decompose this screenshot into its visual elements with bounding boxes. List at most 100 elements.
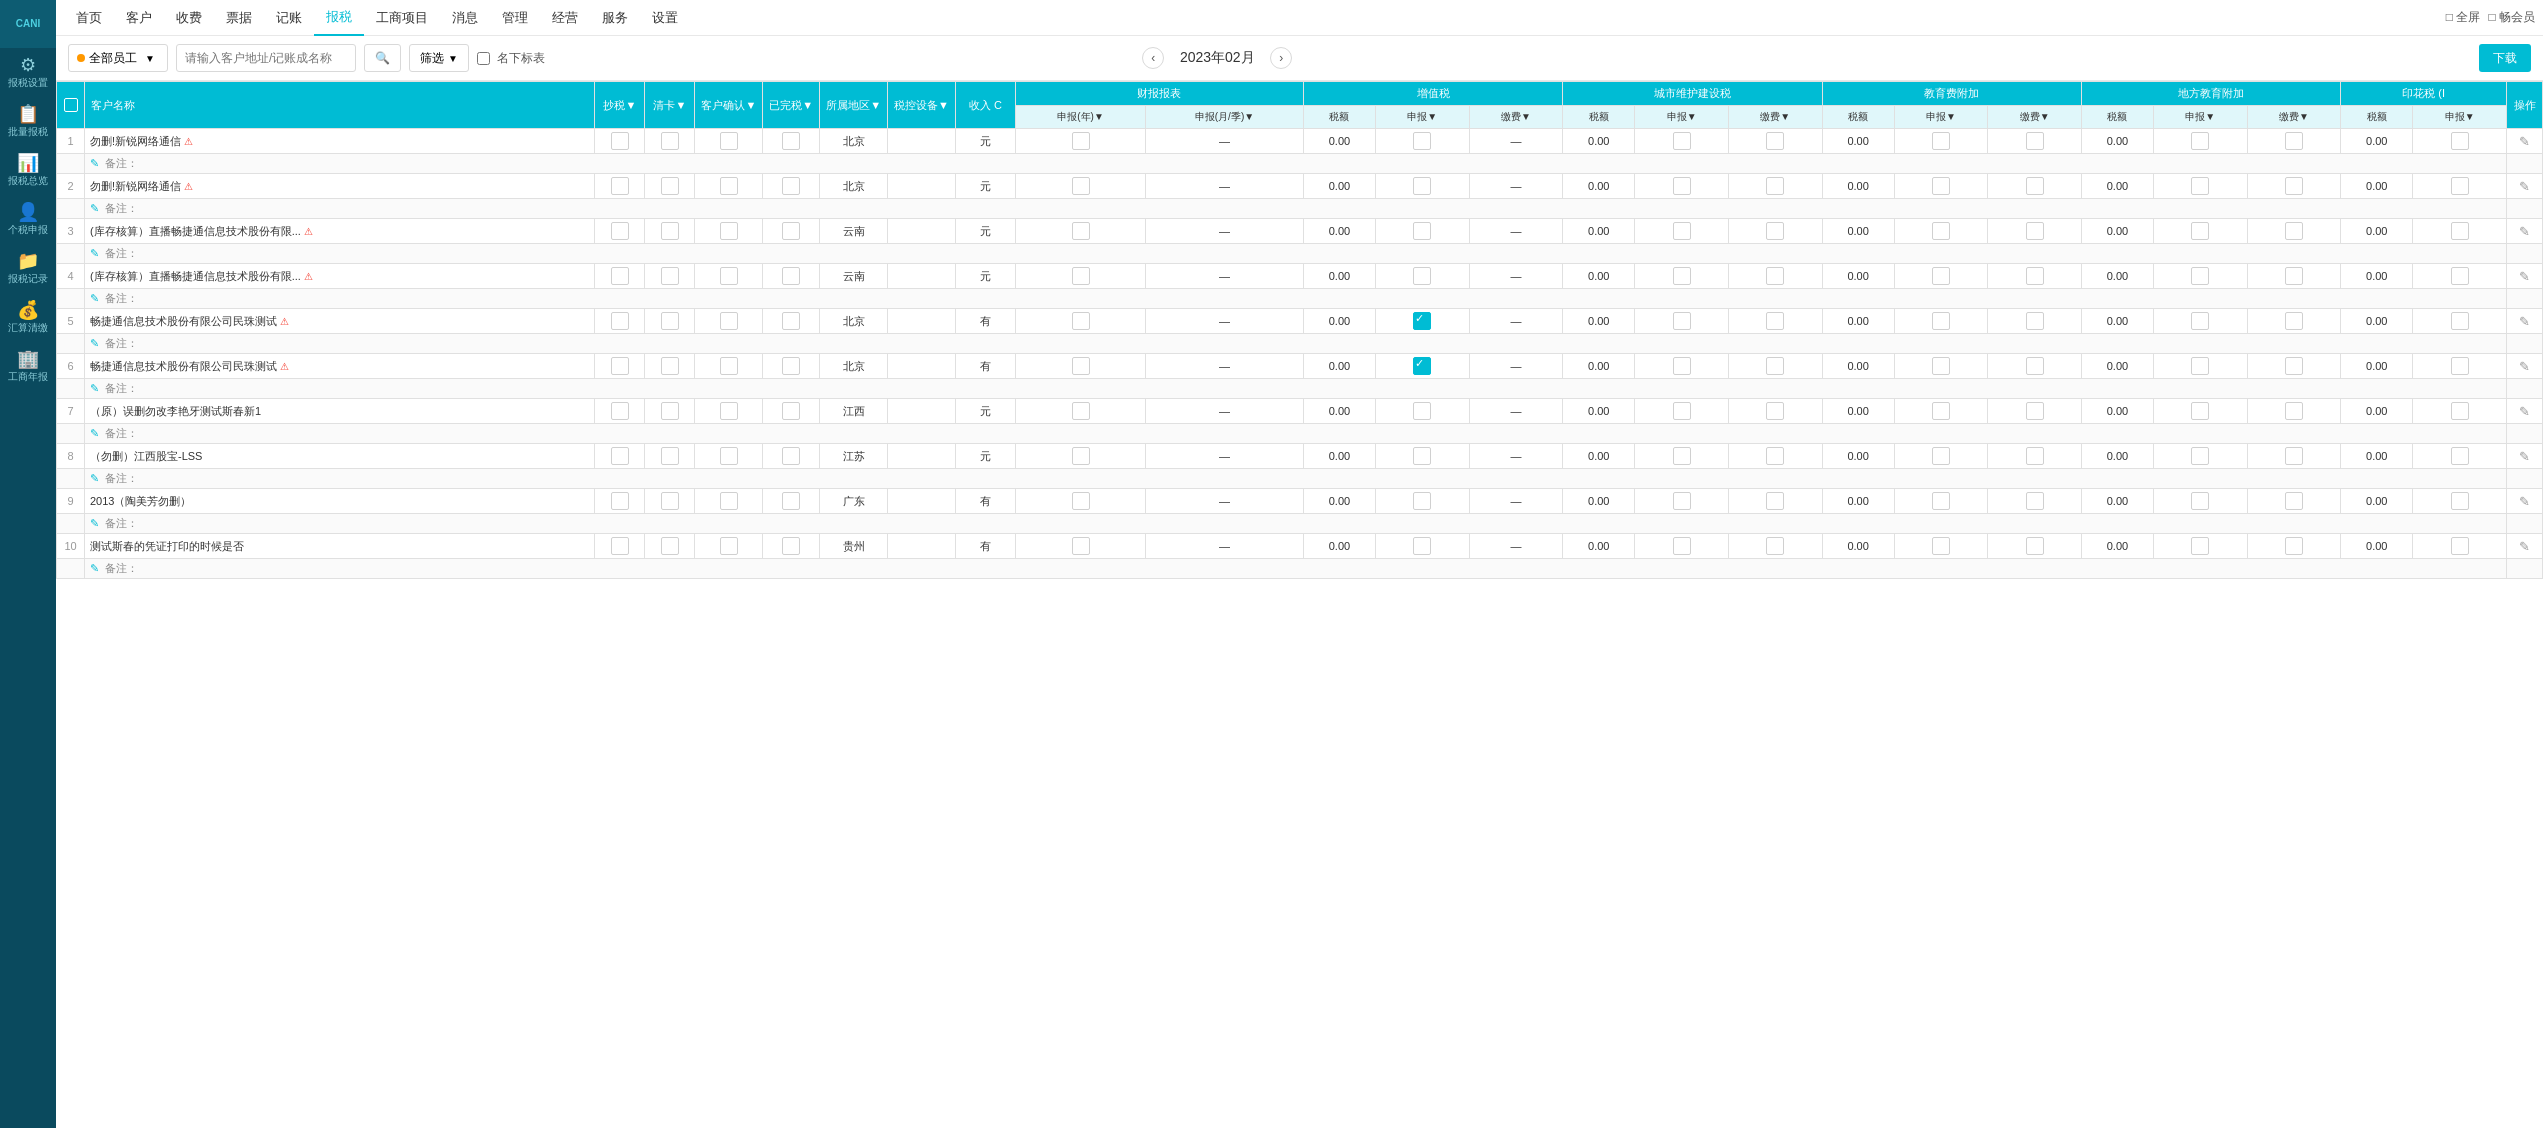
cb-df-jiaofei[interactable]: [2285, 402, 2303, 420]
df-jiaofei-cell[interactable]: [2247, 444, 2341, 469]
edit-ops-cell[interactable]: ✎: [2507, 309, 2543, 334]
checkbox-unchecked[interactable]: [1413, 177, 1431, 195]
jy-shenbao-cell[interactable]: [1894, 489, 1988, 514]
cb-cs-shenbao[interactable]: [1673, 312, 1691, 330]
qingka-checkbox[interactable]: [661, 222, 679, 240]
jy-shenbao-cell[interactable]: [1894, 264, 1988, 289]
nav-xiaoxi[interactable]: 消息: [440, 0, 490, 36]
yiwanshui-checkbox[interactable]: [782, 402, 800, 420]
jy-jiaofei-cell[interactable]: [1988, 399, 2082, 424]
edit-icon[interactable]: ✎: [2519, 539, 2530, 554]
cb-jy-jiaofei[interactable]: [2026, 492, 2044, 510]
nav-jizhang[interactable]: 记账: [264, 0, 314, 36]
cs-jiaofei-cell[interactable]: [1728, 309, 1822, 334]
edit-ops-cell[interactable]: ✎: [2507, 219, 2543, 244]
cb-cs-jiaofei[interactable]: [1766, 177, 1784, 195]
confirm-checkbox[interactable]: [720, 492, 738, 510]
qingka-cell[interactable]: [645, 309, 695, 334]
cs-shenbao-cell[interactable]: [1635, 309, 1729, 334]
cb-df-shenbao[interactable]: [2191, 537, 2209, 555]
cs-shenbao-cell[interactable]: [1635, 489, 1729, 514]
checkbox-checked[interactable]: [1413, 312, 1431, 330]
chaoshui-cell[interactable]: [595, 174, 645, 199]
yiwanshui-checkbox[interactable]: [782, 357, 800, 375]
zz-shenbao-cell[interactable]: [1375, 129, 1469, 154]
df-jiaofei-cell[interactable]: [2247, 354, 2341, 379]
chaoshui-cell[interactable]: [595, 129, 645, 154]
yiwanshui-cell[interactable]: [763, 174, 820, 199]
checkbox-unchecked[interactable]: [1413, 267, 1431, 285]
cb-df-jiaofei[interactable]: [2285, 267, 2303, 285]
jy-jiaofei-cell[interactable]: [1988, 264, 2082, 289]
chaoshui-checkbox[interactable]: [611, 267, 629, 285]
qingka-checkbox[interactable]: [661, 537, 679, 555]
cb-cs-shenbao[interactable]: [1673, 132, 1691, 150]
yiwanshui-cell[interactable]: [763, 129, 820, 154]
confirm-cell[interactable]: [695, 354, 763, 379]
cs-jiaofei-cell[interactable]: [1728, 129, 1822, 154]
cb-cs-jiaofei[interactable]: [1766, 222, 1784, 240]
df-shenbao-cell[interactable]: [2153, 399, 2247, 424]
cb-cs-jiaofei[interactable]: [1766, 132, 1784, 150]
sidebar-item-baoshuishezhi[interactable]: ⚙ 报税设置: [0, 48, 56, 97]
cb-jy-shenbao[interactable]: [1932, 267, 1950, 285]
prev-month-button[interactable]: ‹: [1142, 47, 1164, 69]
jy-jiaofei-cell[interactable]: [1988, 129, 2082, 154]
qingka-cell[interactable]: [645, 174, 695, 199]
cb-jy-jiaofei[interactable]: [2026, 177, 2044, 195]
confirm-checkbox[interactable]: [720, 402, 738, 420]
cs-shenbao-cell[interactable]: [1635, 264, 1729, 289]
cb-cs-shenbao[interactable]: [1673, 267, 1691, 285]
nav-guanli[interactable]: 管理: [490, 0, 540, 36]
yiwanshui-checkbox[interactable]: [782, 537, 800, 555]
remark-text-cell[interactable]: ✎ 备注：: [85, 514, 2507, 534]
remark-text-cell[interactable]: ✎ 备注：: [85, 379, 2507, 399]
cb-yh-shenbao[interactable]: [2451, 537, 2469, 555]
chaoshui-cell[interactable]: [595, 444, 645, 469]
chaoshui-cell[interactable]: [595, 219, 645, 244]
yh-shenbao-cell[interactable]: [2413, 309, 2507, 334]
yiwanshui-cell[interactable]: [763, 354, 820, 379]
confirm-checkbox[interactable]: [720, 312, 738, 330]
jy-jiaofei-cell[interactable]: [1988, 219, 2082, 244]
member-button[interactable]: □ 畅会员: [2488, 9, 2535, 26]
df-shenbao-cell[interactable]: [2153, 354, 2247, 379]
chaoshui-checkbox[interactable]: [611, 132, 629, 150]
cb-jy-shenbao[interactable]: [1932, 402, 1950, 420]
df-shenbao-cell[interactable]: [2153, 129, 2247, 154]
yh-shenbao-cell[interactable]: [2413, 399, 2507, 424]
confirm-cell[interactable]: [695, 309, 763, 334]
cb-jy-jiaofei[interactable]: [2026, 447, 2044, 465]
yh-shenbao-cell[interactable]: [2413, 264, 2507, 289]
qingka-checkbox[interactable]: [661, 402, 679, 420]
jy-shenbao-cell[interactable]: [1894, 219, 1988, 244]
df-shenbao-cell[interactable]: [2153, 309, 2247, 334]
edit-ops-cell[interactable]: ✎: [2507, 534, 2543, 559]
yh-shenbao-cell[interactable]: [2413, 489, 2507, 514]
cb-caiwu-nian[interactable]: [1072, 267, 1090, 285]
confirm-checkbox[interactable]: [720, 357, 738, 375]
confirm-checkbox[interactable]: [720, 222, 738, 240]
cs-shenbao-cell[interactable]: [1635, 534, 1729, 559]
yiwanshui-checkbox[interactable]: [782, 177, 800, 195]
yh-shenbao-cell[interactable]: [2413, 219, 2507, 244]
confirm-cell[interactable]: [695, 444, 763, 469]
cs-shenbao-cell[interactable]: [1635, 399, 1729, 424]
cs-shenbao-cell[interactable]: [1635, 174, 1729, 199]
chaoshui-cell[interactable]: [595, 399, 645, 424]
checkbox-unchecked[interactable]: [1413, 492, 1431, 510]
qingka-checkbox[interactable]: [661, 492, 679, 510]
nav-shezhi[interactable]: 设置: [640, 0, 690, 36]
nav-kehu[interactable]: 客户: [114, 0, 164, 36]
cb-df-shenbao[interactable]: [2191, 402, 2209, 420]
zz-shenbao-cell[interactable]: [1375, 399, 1469, 424]
cb-jy-shenbao[interactable]: [1932, 357, 1950, 375]
caiwu-nianbao-cell[interactable]: [1016, 174, 1146, 199]
jy-shenbao-cell[interactable]: [1894, 444, 1988, 469]
remark-text-cell[interactable]: ✎ 备注：: [85, 559, 2507, 579]
sidebar-item-huisuanqingjiao[interactable]: 💰 汇算清缴: [0, 293, 56, 342]
cb-jy-jiaofei[interactable]: [2026, 222, 2044, 240]
checkbox-unchecked[interactable]: [1413, 447, 1431, 465]
cb-cs-jiaofei[interactable]: [1766, 267, 1784, 285]
chaoshui-checkbox[interactable]: [611, 222, 629, 240]
